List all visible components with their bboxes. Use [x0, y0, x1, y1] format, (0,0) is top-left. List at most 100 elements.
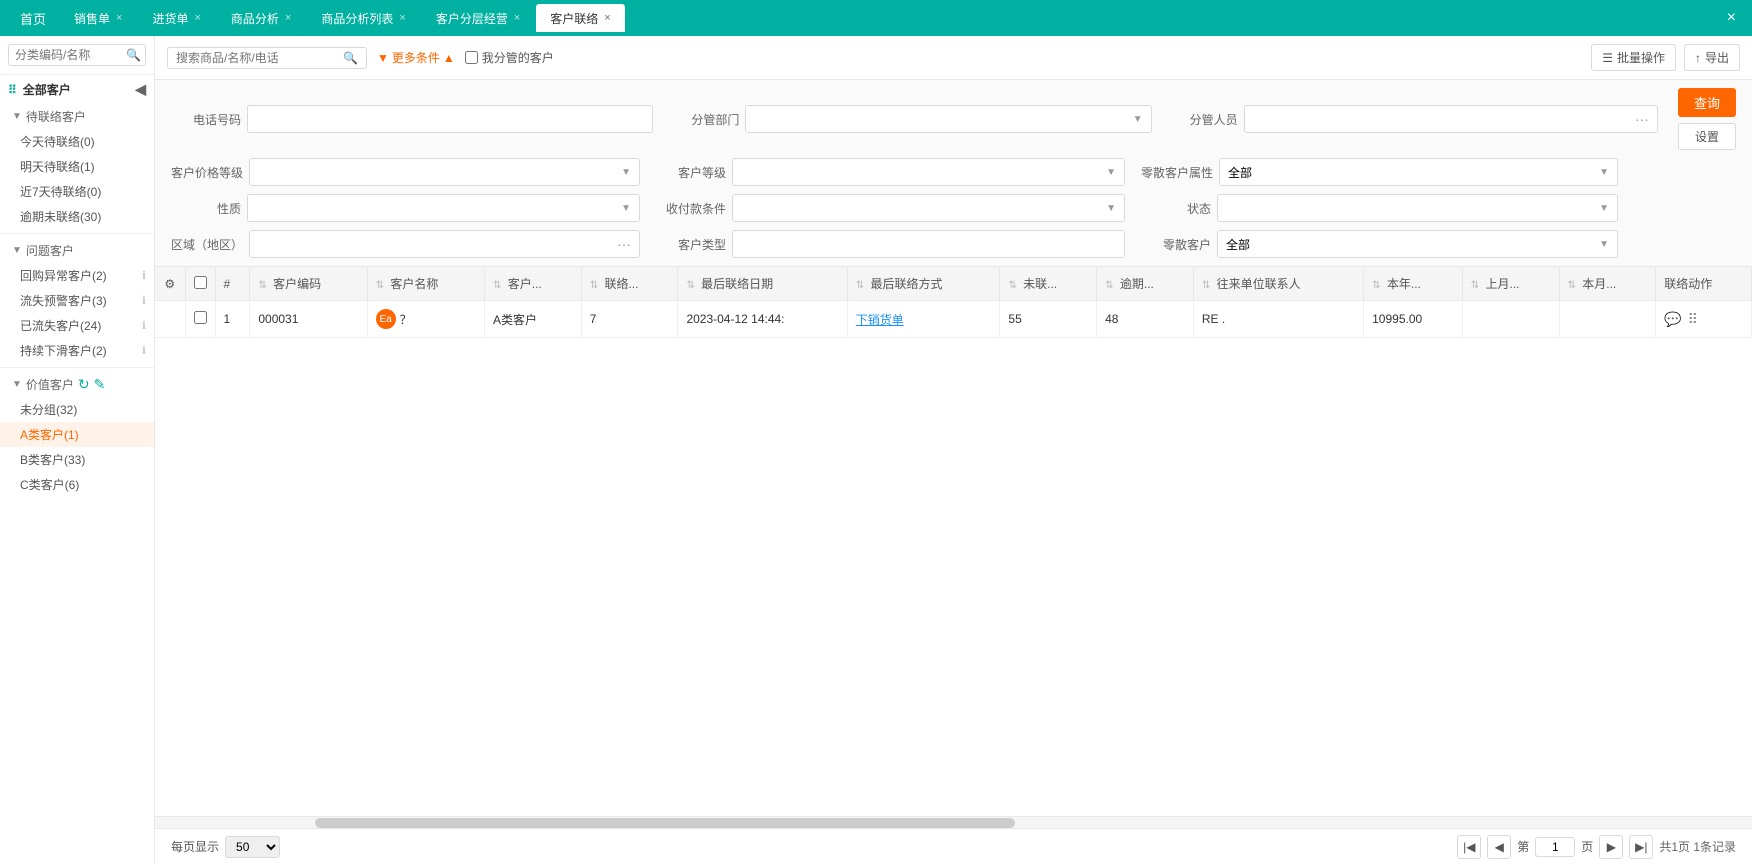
payment-label: 收付款条件	[656, 200, 726, 217]
th-last-method[interactable]: ⇅ 最后联络方式	[847, 267, 1000, 301]
td-unit-contact: RE .	[1193, 301, 1363, 338]
filter-icon: ▼	[377, 51, 389, 65]
settings-icon[interactable]: ⚙	[164, 277, 175, 291]
batch-ops-button[interactable]: ☰ 批量操作	[1591, 44, 1676, 71]
sidebar-item-class-a[interactable]: A类客户(1)	[0, 422, 154, 447]
nav-tab-customer-mgmt[interactable]: 客户分层经营 ×	[422, 4, 534, 32]
sidebar-group-problem[interactable]: ▼ 问题客户	[0, 238, 154, 263]
sidebar-item-class-b[interactable]: B类客户(33)	[0, 447, 154, 472]
nav-tab-purchase[interactable]: 进货单 ×	[138, 4, 214, 32]
nature-input[interactable]: ▼	[247, 194, 640, 222]
sidebar-item-7days[interactable]: 近7天待联络(0)	[0, 179, 154, 204]
my-customers-checkbox-label[interactable]: 我分管的客户	[465, 49, 554, 66]
dept-input[interactable]: ▼	[745, 105, 1151, 133]
filter-search-icon[interactable]: 🔍	[343, 51, 358, 65]
th-select-all[interactable]: ⚙	[155, 267, 185, 301]
last-page-button[interactable]: ▶|	[1629, 835, 1653, 859]
price-level-input[interactable]: ▼	[249, 158, 640, 186]
nav-tab-analysis[interactable]: 商品分析 ×	[217, 4, 305, 32]
more-filters-button[interactable]: ▼ 更多条件 ▲	[377, 49, 455, 66]
prev-page-button[interactable]: ◀	[1487, 835, 1511, 859]
customer-table: ⚙ # ⇅ 客户编码 ⇅ 客户名称	[155, 267, 1752, 338]
th-this-month[interactable]: ⇅ 本月...	[1559, 267, 1656, 301]
th-code[interactable]: ⇅ 客户编码	[250, 267, 367, 301]
sidebar-item-churned[interactable]: 已流失客户(24) ℹ	[0, 313, 154, 338]
th-unit-contact[interactable]: ⇅ 往来单位联系人	[1193, 267, 1363, 301]
type-input[interactable]	[732, 230, 1125, 258]
collapse-sidebar-icon[interactable]: ◀	[135, 81, 146, 98]
close-tab-analysis[interactable]: ×	[285, 12, 291, 24]
sidebar-item-ungrouped[interactable]: 未分组(32)	[0, 397, 154, 422]
nav-home[interactable]: 首页	[8, 9, 58, 28]
sidebar-item-overdue[interactable]: 逾期未联络(30)	[0, 204, 154, 229]
customer-level-input[interactable]: ▼	[732, 158, 1125, 186]
sidebar-item-repurchase[interactable]: 回购异常客户(2) ℹ	[0, 263, 154, 288]
qr-action-icon[interactable]: ⠿	[1688, 311, 1698, 328]
th-overdue[interactable]: ⇅ 逾期...	[1097, 267, 1194, 301]
region-input[interactable]: ···	[249, 230, 640, 258]
close-tab-purchase[interactable]: ×	[194, 12, 200, 24]
sidebar-search-icon[interactable]: 🔍	[126, 48, 141, 62]
th-contact-count[interactable]: ⇅ 联络...	[581, 267, 678, 301]
phone-input[interactable]	[247, 105, 653, 133]
first-page-button[interactable]: |◀	[1457, 835, 1481, 859]
close-tab-sales[interactable]: ×	[116, 12, 122, 24]
export-button[interactable]: ↑ 导出	[1684, 44, 1740, 71]
nav-tab-customer-contact[interactable]: 客户联络 ×	[536, 4, 624, 32]
content-area: 🔍 ▼ 更多条件 ▲ 我分管的客户 ☰ 批量操作 ↑ 导出	[155, 36, 1752, 864]
close-all-button[interactable]: ×	[1719, 5, 1744, 31]
query-button[interactable]: 查询	[1678, 88, 1736, 117]
td-checkbox[interactable]	[185, 301, 215, 338]
query-buttons: 查询 设置	[1666, 88, 1736, 150]
status-input[interactable]: ▼	[1217, 194, 1618, 222]
close-tab-customer-contact[interactable]: ×	[604, 12, 610, 24]
horizontal-scrollbar[interactable]	[155, 816, 1752, 828]
last-method-link[interactable]: 下销货单	[856, 313, 904, 327]
sort-icon-method: ⇅	[856, 280, 864, 291]
th-this-year[interactable]: ⇅ 本年...	[1364, 267, 1463, 301]
retail2-input[interactable]: 全部 ▼	[1217, 230, 1618, 258]
close-tab-analysis-list[interactable]: ×	[399, 12, 405, 24]
sidebar-group-pending[interactable]: ▼ 待联络客户	[0, 104, 154, 129]
td-last-method[interactable]: 下销货单	[847, 301, 1000, 338]
select-all-checkbox[interactable]	[194, 276, 207, 289]
all-customers-header[interactable]: ⠿ 全部客户 ◀	[0, 75, 154, 104]
person-dots-icon[interactable]: ···	[1635, 111, 1649, 127]
th-customer-type[interactable]: ⇅ 客户...	[485, 267, 582, 301]
th-last-date[interactable]: ⇅ 最后联络日期	[678, 267, 847, 301]
nav-tab-analysis-list[interactable]: 商品分析列表 ×	[307, 4, 419, 32]
close-tab-customer-mgmt[interactable]: ×	[514, 12, 520, 24]
refresh-icon[interactable]: ↻	[78, 376, 90, 393]
td-row-actions: 💬 ⠿	[1656, 301, 1752, 338]
sidebar-item-declining[interactable]: 持续下滑客户(2) ℹ	[0, 338, 154, 363]
table-footer: 每页显示 50 100 200 |◀ ◀ 第 页 ▶ ▶| 共1页 1条记录	[155, 828, 1752, 864]
sidebar-item-today[interactable]: 今天待联络(0)	[0, 129, 154, 154]
scroll-thumb[interactable]	[315, 818, 1015, 828]
row-checkbox[interactable]	[194, 311, 207, 324]
th-uncontacted[interactable]: ⇅ 未联...	[1000, 267, 1097, 301]
filter-row-4: 区域（地区） ··· 客户类型 零散客户 全部 ▼	[171, 230, 1736, 258]
td-contact-count: 7	[581, 301, 678, 338]
next-page-button[interactable]: ▶	[1599, 835, 1623, 859]
edit-icon[interactable]: ✎	[94, 376, 106, 393]
sidebar-item-churn-warning[interactable]: 流失预警客户(3) ℹ	[0, 288, 154, 313]
filter-search-input[interactable]	[176, 51, 339, 65]
th-name[interactable]: ⇅ 客户名称	[367, 267, 484, 301]
sidebar-item-class-c[interactable]: C类客户(6)	[0, 472, 154, 497]
th-last-month[interactable]: ⇅ 上月...	[1462, 267, 1559, 301]
info-icon-4: ℹ	[142, 344, 146, 357]
payment-input[interactable]: ▼	[732, 194, 1125, 222]
retail-attr-input[interactable]: 全部 ▼	[1219, 158, 1618, 186]
sidebar-item-tomorrow[interactable]: 明天待联络(1)	[0, 154, 154, 179]
th-checkbox[interactable]	[185, 267, 215, 301]
nav-tab-sales[interactable]: 销售单 ×	[60, 4, 136, 32]
region-dots-icon[interactable]: ···	[617, 236, 631, 252]
message-action-icon[interactable]: 💬	[1664, 311, 1681, 328]
td-last-month	[1462, 301, 1559, 338]
per-page-select[interactable]: 50 100 200	[225, 836, 280, 858]
my-customers-checkbox[interactable]	[465, 51, 478, 64]
setting-button[interactable]: 设置	[1678, 123, 1736, 150]
page-number-input[interactable]	[1535, 837, 1575, 857]
sidebar-group-value[interactable]: ▼ 价值客户 ↻ ✎	[0, 372, 154, 397]
person-input[interactable]: ···	[1244, 105, 1658, 133]
